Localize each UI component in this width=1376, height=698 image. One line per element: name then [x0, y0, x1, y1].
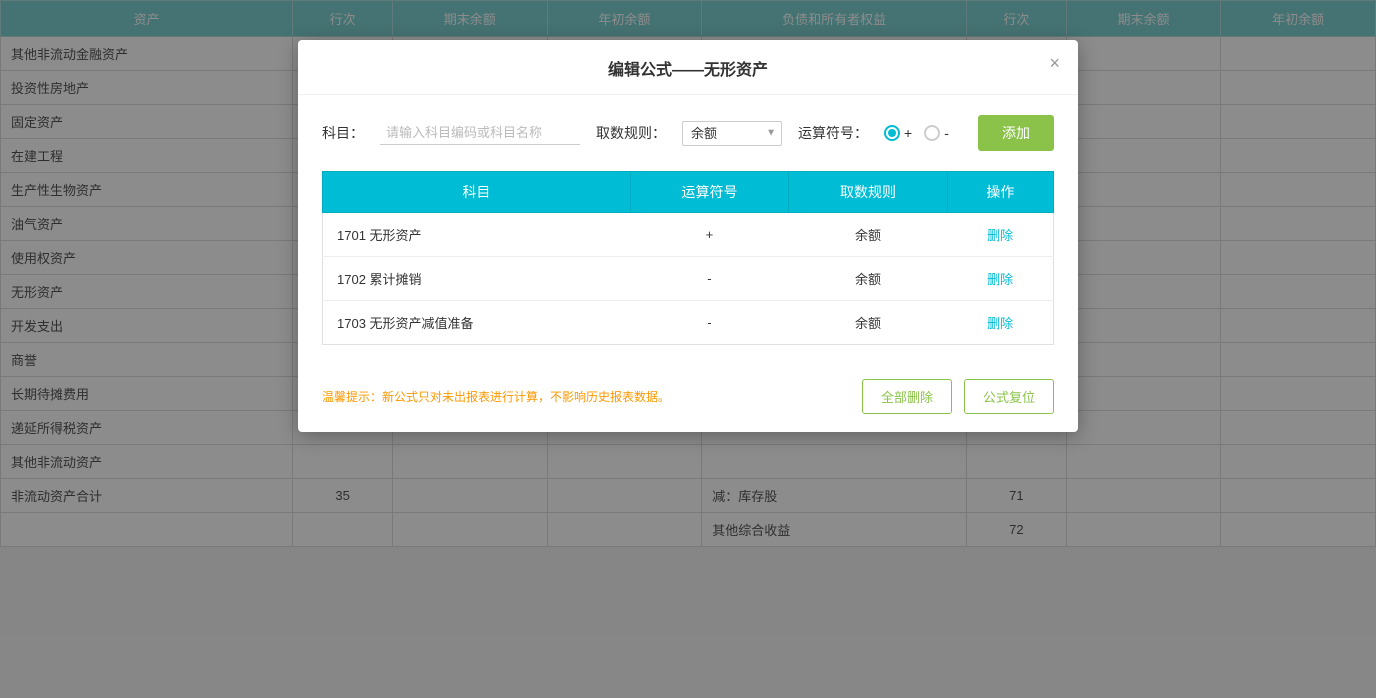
th-operator: 运算符号: [630, 172, 788, 213]
reset-formula-button[interactable]: 公式复位: [964, 379, 1054, 414]
rule-select[interactable]: 余额借方贷方借方发生额贷方发生额: [682, 121, 782, 146]
row-operator: +: [630, 213, 788, 257]
modal-dialog: 编辑公式——无形资产 × 科目： 取数规则： 余额借方贷方借方发生额贷方发生额 …: [298, 40, 1078, 432]
row-rule: 余额: [789, 213, 947, 257]
row-action[interactable]: 删除: [947, 301, 1053, 345]
rule-select-wrap[interactable]: 余额借方贷方借方发生额贷方发生额 ▼: [682, 121, 782, 146]
rule-label: 取数规则：: [596, 123, 666, 143]
table-row: 1703 无形资产减值准备 - 余额 删除: [323, 301, 1054, 345]
row-operator: -: [630, 301, 788, 345]
background-table-wrap: 资产 行次 期末余额 年初余额 负债和所有者权益 行次 期末余额 年初余额 其他…: [0, 0, 1376, 698]
th-action: 操作: [947, 172, 1053, 213]
row-operator: -: [630, 257, 788, 301]
modal-close-button[interactable]: ×: [1049, 54, 1060, 72]
radio-plus[interactable]: +: [884, 125, 912, 141]
row-subject: 1701 无形资产: [323, 213, 631, 257]
row-rule: 余额: [789, 301, 947, 345]
row-subject: 1703 无形资产减值准备: [323, 301, 631, 345]
footer-buttons: 全部删除 公式复位: [862, 379, 1054, 414]
table-row: 1702 累计摊销 - 余额 删除: [323, 257, 1054, 301]
subject-label: 科目：: [322, 123, 364, 143]
operator-radio-group: + -: [884, 125, 949, 141]
operator-label: 运算符号：: [798, 123, 868, 143]
modal-footer: 温馨提示：新公式只对未出报表进行计算，不影响历史报表数据。 全部删除 公式复位: [298, 365, 1078, 432]
radio-minus-label: -: [944, 125, 949, 141]
add-button[interactable]: 添加: [978, 115, 1054, 151]
delete-link[interactable]: 删除: [987, 228, 1013, 243]
formula-table: 科目 运算符号 取数规则 操作 1701 无形资产 + 余额 删除 1702 累…: [322, 171, 1054, 345]
modal-overlay: 编辑公式——无形资产 × 科目： 取数规则： 余额借方贷方借方发生额贷方发生额 …: [0, 0, 1376, 698]
modal-header: 编辑公式——无形资产 ×: [298, 40, 1078, 95]
radio-plus-label: +: [904, 125, 912, 141]
row-rule: 余额: [789, 257, 947, 301]
radio-plus-circle: [884, 125, 900, 141]
th-rule: 取数规则: [789, 172, 947, 213]
modal-title: 编辑公式——无形资产: [608, 62, 768, 79]
footer-tip: 温馨提示：新公式只对未出报表进行计算，不影响历史报表数据。: [322, 388, 670, 405]
modal-body: 科目： 取数规则： 余额借方贷方借方发生额贷方发生额 ▼ 运算符号： +: [298, 95, 1078, 365]
table-row: 1701 无形资产 + 余额 删除: [323, 213, 1054, 257]
radio-minus[interactable]: -: [924, 125, 949, 141]
row-action[interactable]: 删除: [947, 257, 1053, 301]
radio-minus-circle: [924, 125, 940, 141]
delete-all-button[interactable]: 全部删除: [862, 379, 952, 414]
row-action[interactable]: 删除: [947, 213, 1053, 257]
row-subject: 1702 累计摊销: [323, 257, 631, 301]
form-row: 科目： 取数规则： 余额借方贷方借方发生额贷方发生额 ▼ 运算符号： +: [322, 115, 1054, 151]
th-subject: 科目: [323, 172, 631, 213]
table-header-row: 科目 运算符号 取数规则 操作: [323, 172, 1054, 213]
delete-link[interactable]: 删除: [987, 316, 1013, 331]
subject-input[interactable]: [380, 121, 580, 145]
delete-link[interactable]: 删除: [987, 272, 1013, 287]
